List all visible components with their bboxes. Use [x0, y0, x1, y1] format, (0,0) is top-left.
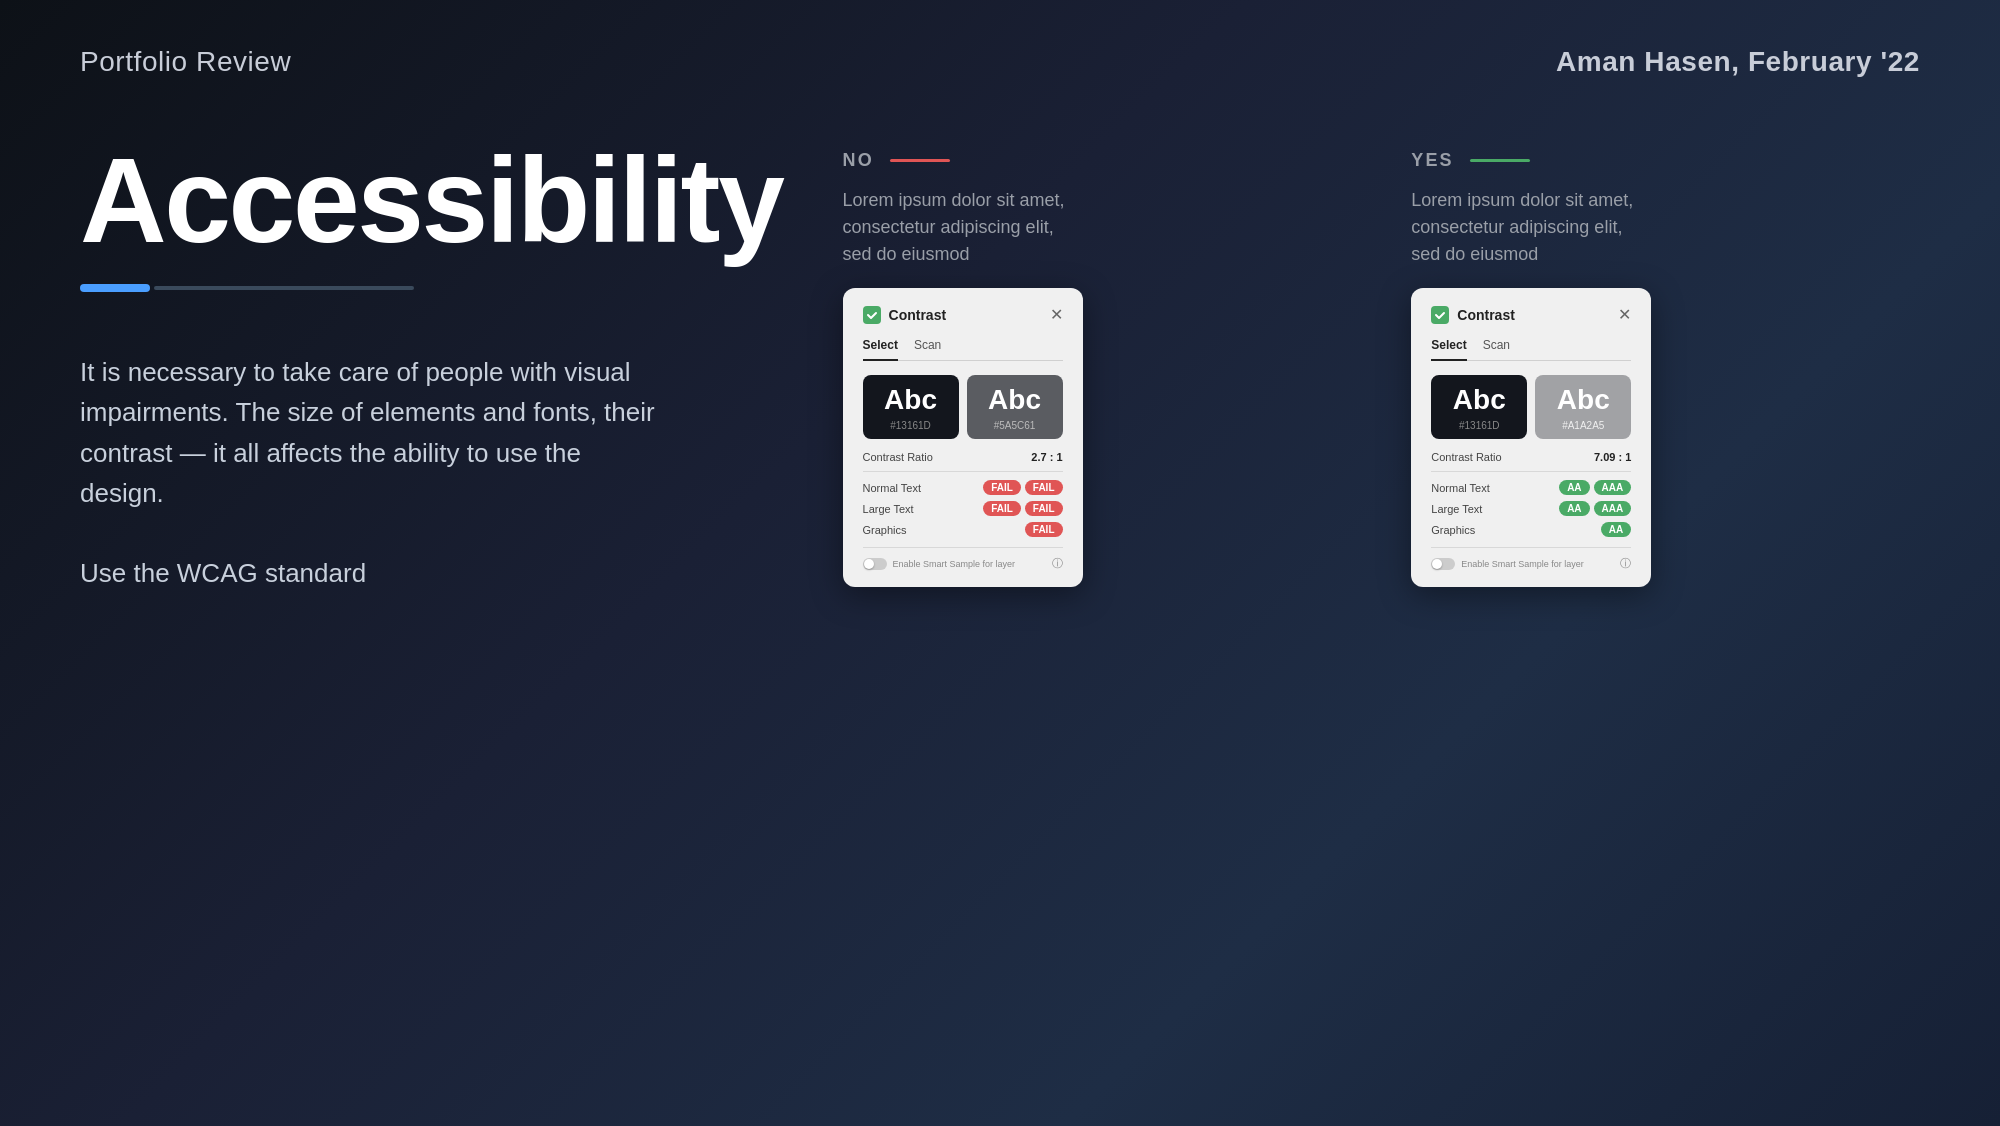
- right-section: NO Lorem ipsum dolor sit amet, consectet…: [843, 140, 1920, 593]
- yes-example-column: YES Lorem ipsum dolor sit amet, consecte…: [1411, 150, 1920, 593]
- no-card-title: Contrast: [889, 307, 947, 323]
- main-heading: Accessibility: [80, 140, 783, 260]
- yes-contrast-card: Contrast ✕ Select Scan Abc #13161D Abc #: [1411, 288, 1651, 587]
- no-swatch-1: Abc #13161D: [863, 375, 959, 439]
- yes-swatch-2: Abc #A1A2A5: [1535, 375, 1631, 439]
- no-card-close[interactable]: ✕: [1050, 307, 1063, 323]
- no-tab-scan[interactable]: Scan: [914, 338, 941, 352]
- yes-check-icon: [1431, 306, 1449, 324]
- no-card-header-left: Contrast: [863, 306, 947, 324]
- yes-result-row-1: Normal Text AA AAA: [1431, 480, 1631, 495]
- yes-toggle-switch[interactable]: [1431, 558, 1455, 570]
- no-swatch-2: Abc #5A5C61: [967, 375, 1063, 439]
- yes-label: YES: [1411, 150, 1454, 171]
- no-tab-select[interactable]: Select: [863, 338, 898, 361]
- progress-bar-inactive: [154, 286, 414, 290]
- yes-smart-sample-left: Enable Smart Sample for layer: [1431, 558, 1584, 570]
- yes-result-row-3: Graphics AA: [1431, 522, 1631, 537]
- check-icon: [863, 306, 881, 324]
- yes-result-badges-2: AA AAA: [1559, 501, 1631, 516]
- no-smart-sample-row: Enable Smart Sample for layer ⓘ: [863, 547, 1063, 571]
- no-badge-fail-2b: FAIL: [1025, 501, 1063, 516]
- no-contrast-card: Contrast ✕ Select Scan Abc #13161D Abc #: [843, 288, 1083, 587]
- no-result-badges-1: FAIL FAIL: [983, 480, 1062, 495]
- yes-tab-select[interactable]: Select: [1431, 338, 1466, 361]
- no-toggle-knob: [864, 559, 874, 569]
- progress-bar-container: [80, 284, 783, 292]
- author-date: Aman Hasen, February '22: [1556, 46, 1920, 78]
- no-contrast-ratio-row: Contrast Ratio 2.7 : 1: [863, 451, 1063, 472]
- no-badge-fail-2a: FAIL: [983, 501, 1021, 516]
- no-label-row: NO: [843, 150, 1352, 171]
- no-result-row-1: Normal Text FAIL FAIL: [863, 480, 1063, 495]
- no-label: NO: [843, 150, 874, 171]
- yes-tab-scan[interactable]: Scan: [1483, 338, 1510, 352]
- no-badge-fail-1a: FAIL: [983, 480, 1021, 495]
- yes-result-row-2: Large Text AA AAA: [1431, 501, 1631, 516]
- no-badge-fail-1b: FAIL: [1025, 480, 1063, 495]
- yes-info-icon[interactable]: ⓘ: [1620, 556, 1631, 571]
- yes-result-badges-1: AA AAA: [1559, 480, 1631, 495]
- body-text: It is necessary to take care of people w…: [80, 352, 660, 513]
- yes-label-row: YES: [1411, 150, 1920, 171]
- progress-bar-active: [80, 284, 150, 292]
- yes-contrast-ratio-row: Contrast Ratio 7.09 : 1: [1431, 451, 1631, 472]
- yes-result-badges-3: AA: [1601, 522, 1631, 537]
- yes-swatch-1: Abc #13161D: [1431, 375, 1527, 439]
- no-info-icon[interactable]: ⓘ: [1052, 556, 1063, 571]
- wcag-text: Use the WCAG standard: [80, 553, 783, 593]
- yes-badge-aa-1a: AA: [1559, 480, 1589, 495]
- yes-description: Lorem ipsum dolor sit amet, consectetur …: [1411, 187, 1920, 268]
- no-toggle-switch[interactable]: [863, 558, 887, 570]
- yes-card-close[interactable]: ✕: [1618, 307, 1631, 323]
- no-description: Lorem ipsum dolor sit amet, consectetur …: [843, 187, 1352, 268]
- no-color-swatches: Abc #13161D Abc #5A5C61: [863, 375, 1063, 439]
- yes-toggle-knob: [1432, 559, 1442, 569]
- yes-badge-aaa-1b: AAA: [1594, 480, 1632, 495]
- no-badge-fail-3: FAIL: [1025, 522, 1063, 537]
- no-result-badges-2: FAIL FAIL: [983, 501, 1062, 516]
- yes-badge-aa-3: AA: [1601, 522, 1631, 537]
- yes-label-line: [1470, 159, 1530, 162]
- yes-badge-aaa-2b: AAA: [1594, 501, 1632, 516]
- yes-card-header: Contrast ✕: [1431, 306, 1631, 324]
- yes-badge-aa-2a: AA: [1559, 501, 1589, 516]
- no-card-header: Contrast ✕: [863, 306, 1063, 324]
- yes-color-swatches: Abc #13161D Abc #A1A2A5: [1431, 375, 1631, 439]
- yes-smart-sample-row: Enable Smart Sample for layer ⓘ: [1431, 547, 1631, 571]
- no-result-row-3: Graphics FAIL: [863, 522, 1063, 537]
- yes-card-title: Contrast: [1457, 307, 1515, 323]
- left-section: Accessibility It is necessary to take ca…: [80, 140, 783, 593]
- no-result-badges-3: FAIL: [1025, 522, 1063, 537]
- no-card-tabs: Select Scan: [863, 338, 1063, 361]
- no-label-line: [890, 159, 950, 162]
- no-example-column: NO Lorem ipsum dolor sit amet, consectet…: [843, 150, 1352, 593]
- yes-card-tabs: Select Scan: [1431, 338, 1631, 361]
- header: Portfolio Review Aman Hasen, February '2…: [80, 46, 1920, 78]
- no-result-row-2: Large Text FAIL FAIL: [863, 501, 1063, 516]
- main-content: Accessibility It is necessary to take ca…: [80, 140, 1920, 593]
- portfolio-title: Portfolio Review: [80, 46, 291, 78]
- yes-card-header-left: Contrast: [1431, 306, 1515, 324]
- no-smart-sample-left: Enable Smart Sample for layer: [863, 558, 1016, 570]
